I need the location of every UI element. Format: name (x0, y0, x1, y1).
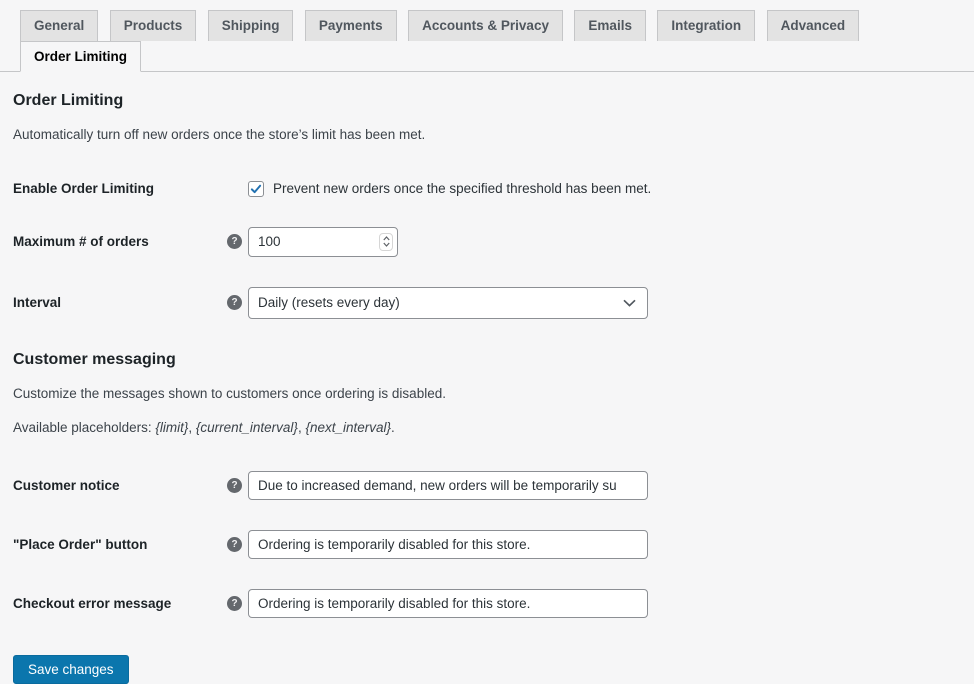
place-order-button-input[interactable] (248, 529, 648, 559)
tab-general[interactable]: General (20, 10, 99, 41)
customer-messaging-section-title: Customer messaging (13, 350, 176, 368)
tab-accounts-privacy[interactable]: Accounts & Privacy (408, 10, 563, 41)
enable-order-limiting-label: Enable Order Limiting (13, 181, 155, 197)
help-icon[interactable]: ? (227, 477, 242, 493)
interval-label: Interval (13, 295, 62, 311)
placeholders-note: Available placeholders: {limit}, {curren… (13, 418, 961, 438)
checkout-error-label: Checkout error message (13, 595, 172, 611)
max-orders-label: Maximum # of orders (13, 234, 149, 250)
place-order-button-row: "Place Order" button ? (13, 529, 961, 559)
order-limiting-section-title: Order Limiting (13, 92, 124, 109)
placeholder-separator: , (188, 420, 196, 436)
save-changes-button[interactable]: Save changes (13, 654, 129, 684)
placeholder-limit: {limit} (155, 420, 189, 436)
placeholders-prefix: Available placeholders: (13, 420, 156, 436)
placeholder-next-interval: {next_interval} (305, 420, 392, 436)
settings-content: Order Limiting Automatically turn off ne… (0, 92, 974, 684)
customer-notice-row: Customer notice ? (13, 470, 961, 500)
tab-advanced[interactable]: Advanced (766, 10, 860, 41)
chevron-up-icon (382, 236, 390, 241)
settings-tabs: General Products Shipping Payments Accou… (0, 0, 974, 72)
enable-order-limiting-checkbox[interactable] (248, 180, 264, 197)
max-orders-row: Maximum # of orders ? (13, 226, 961, 257)
help-icon[interactable]: ? (227, 295, 242, 311)
enable-order-limiting-row: Enable Order Limiting Prevent new orders… (13, 180, 961, 197)
placeholders-suffix: . (391, 420, 395, 436)
customer-notice-input[interactable] (248, 470, 648, 500)
enable-order-limiting-checkbox-label[interactable]: Prevent new orders once the specified th… (273, 181, 651, 196)
interval-row: Interval ? Daily (resets every day) (13, 286, 961, 319)
interval-select[interactable]: Daily (resets every day) (248, 286, 648, 319)
order-limiting-description: Automatically turn off new orders once t… (13, 127, 426, 142)
tab-products[interactable]: Products (109, 10, 197, 41)
checkmark-icon (250, 184, 262, 193)
help-icon[interactable]: ? (227, 536, 242, 552)
checkout-error-input[interactable] (248, 588, 648, 618)
help-icon[interactable]: ? (227, 595, 242, 611)
customer-notice-label: Customer notice (13, 477, 120, 493)
placeholder-current-interval: {current_interval} (195, 420, 298, 436)
help-icon[interactable]: ? (227, 234, 242, 250)
tab-emails[interactable]: Emails (574, 10, 646, 41)
max-orders-input[interactable] (248, 226, 398, 257)
place-order-button-label: "Place Order" button (13, 536, 148, 552)
checkout-error-row: Checkout error message ? (13, 588, 961, 618)
tab-payments[interactable]: Payments (304, 10, 397, 41)
number-stepper[interactable] (379, 232, 393, 251)
tab-shipping[interactable]: Shipping (207, 10, 294, 41)
customer-messaging-description: Customize the messages shown to customer… (13, 385, 446, 401)
chevron-down-icon (382, 242, 390, 247)
tab-order-limiting[interactable]: Order Limiting (20, 40, 142, 72)
tab-integration[interactable]: Integration (657, 10, 756, 41)
